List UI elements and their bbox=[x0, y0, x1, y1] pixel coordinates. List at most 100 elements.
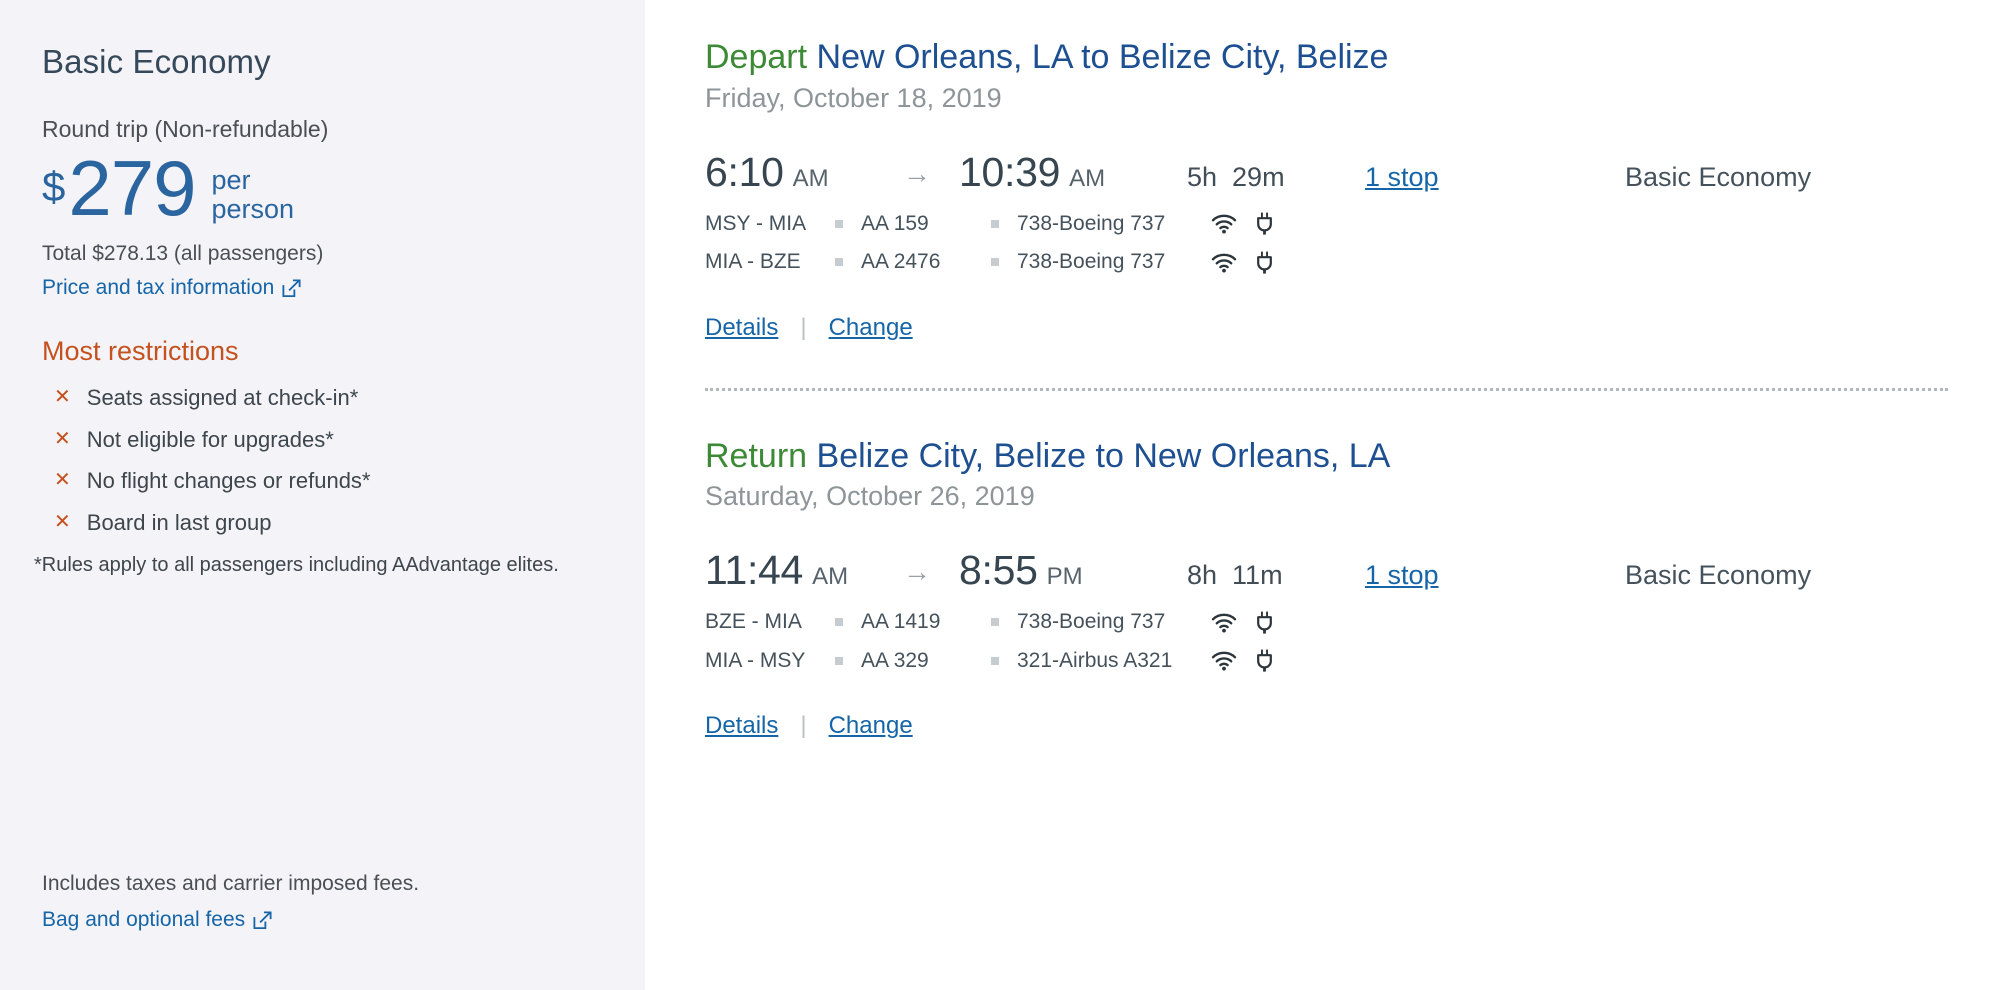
restriction-label: Board in last group bbox=[86, 509, 272, 535]
depart-arrival-time: 10:39 bbox=[959, 148, 1061, 195]
segment-route: BZE - MIA bbox=[705, 610, 802, 634]
depart-change-link[interactable]: Change bbox=[829, 314, 913, 342]
wifi-icon bbox=[1211, 213, 1237, 234]
fare-summary-page: Basic Economy Round trip (Non-refundable… bbox=[0, 0, 2008, 990]
depart-duration-label: 5h 29m bbox=[1187, 161, 1285, 192]
segment-route: MIA - BZE bbox=[705, 250, 801, 274]
segment-row: MIA - BZE AA 2476 738-Boeing 737 bbox=[705, 243, 1948, 282]
taxes-included-note: Includes taxes and carrier imposed fees. bbox=[42, 872, 420, 895]
depart-direction-label: Depart bbox=[705, 38, 808, 76]
return-change-link[interactable]: Change bbox=[829, 712, 913, 740]
wifi-icon bbox=[1211, 252, 1237, 273]
segment-amenities bbox=[1211, 251, 1274, 274]
power-outlet-icon bbox=[1255, 649, 1274, 673]
price-unit-label: per person bbox=[212, 150, 295, 224]
section-divider bbox=[705, 387, 1948, 391]
fare-name-title: Basic Economy bbox=[42, 43, 271, 80]
bag-and-optional-fees-link[interactable]: Bag and optional fees bbox=[42, 908, 273, 932]
return-direction-label: Return bbox=[705, 436, 808, 475]
price-unit-line1: per bbox=[211, 164, 251, 195]
return-route-label: Belize City, Belize to New Orleans, LA bbox=[816, 436, 1391, 475]
segment-separator-icon bbox=[991, 618, 999, 627]
wifi-icon bbox=[1211, 650, 1237, 671]
depart-departure-meridiem: AM bbox=[792, 164, 829, 192]
sidebar-footer: Includes taxes and carrier imposed fees.… bbox=[42, 872, 603, 932]
depart-arrival-meridiem: AM bbox=[1069, 164, 1106, 192]
restriction-item: ✕ No flight changes or refunds* bbox=[42, 460, 603, 502]
restriction-item: ✕ Seats assigned at check-in* bbox=[42, 377, 603, 419]
depart-departure-time: 6:10 bbox=[705, 148, 784, 195]
restrictions-footnote: *Rules apply to all passengers including… bbox=[34, 554, 559, 577]
return-departure-time: 11:44 bbox=[705, 547, 804, 594]
return-cabin-label: Basic Economy bbox=[1625, 560, 1812, 591]
action-divider: | bbox=[800, 313, 807, 341]
x-icon: ✕ bbox=[54, 510, 71, 533]
return-stops-link[interactable]: 1 stop bbox=[1365, 560, 1495, 591]
wifi-icon bbox=[1211, 612, 1237, 633]
segment-aircraft: 321-Airbus A321 bbox=[1017, 648, 1173, 672]
restriction-label: Not eligible for upgrades* bbox=[86, 426, 334, 452]
trip-type-label: Round trip (Non-refundable) bbox=[42, 116, 329, 143]
return-date-label: Saturday, October 26, 2019 bbox=[705, 481, 1035, 512]
depart-times-row: 6:10 AM → 10:39 AM 5h 29m 1 stop Basic E… bbox=[705, 148, 1948, 195]
x-icon: ✕ bbox=[54, 386, 71, 409]
restriction-item: ✕ Not eligible for upgrades* bbox=[42, 419, 603, 461]
restriction-label: Seats assigned at check-in* bbox=[86, 385, 359, 411]
segment-separator-icon bbox=[835, 258, 843, 267]
price-and-tax-information-link[interactable]: Price and tax information bbox=[42, 276, 302, 300]
price-unit-line2: person bbox=[211, 194, 295, 225]
segment-row: BZE - MIA AA 1419 738-Boeing 737 bbox=[705, 603, 1948, 642]
power-outlet-icon bbox=[1255, 212, 1274, 235]
segment-row: MSY - MIA AA 159 738-Boeing 737 bbox=[705, 205, 1948, 244]
arrow-right-icon: → bbox=[903, 556, 931, 588]
segment-flight-number: AA 2476 bbox=[861, 250, 941, 274]
depart-actions: Details | Change bbox=[705, 314, 1948, 342]
restrictions-list: ✕ Seats assigned at check-in* ✕ Not elig… bbox=[42, 377, 603, 543]
return-arrival-time-group: 8:55 PM bbox=[959, 550, 1159, 591]
x-icon: ✕ bbox=[54, 469, 71, 492]
segment-row: MIA - MSY AA 329 321-Airbus A321 bbox=[705, 642, 1948, 681]
external-link-icon bbox=[252, 910, 273, 931]
depart-heading: Depart New Orleans, LA to Belize City, B… bbox=[705, 36, 1948, 79]
price-amount: 279 bbox=[68, 143, 196, 232]
return-actions: Details | Change bbox=[705, 712, 1948, 740]
price-currency-symbol: $ bbox=[42, 162, 66, 210]
segment-amenities bbox=[1211, 649, 1274, 673]
segment-amenities bbox=[1211, 611, 1274, 634]
external-link-icon bbox=[281, 278, 302, 299]
return-heading: Return Belize City, Belize to New Orlean… bbox=[705, 435, 1948, 478]
return-times-row: 11:44 AM → 8:55 PM 8h 11m 1 stop Basic E… bbox=[705, 550, 1948, 591]
depart-route-label: New Orleans, LA to Belize City, Belize bbox=[816, 38, 1389, 76]
segment-flight-number: AA 329 bbox=[861, 648, 929, 672]
power-outlet-icon bbox=[1255, 611, 1274, 634]
depart-stops-link[interactable]: 1 stop bbox=[1365, 162, 1495, 193]
price-and-tax-information-label: Price and tax information bbox=[42, 276, 275, 300]
segment-separator-icon bbox=[991, 656, 999, 665]
segment-separator-icon bbox=[991, 219, 999, 228]
depart-departure-time-group: 6:10 AM bbox=[705, 148, 875, 195]
restriction-item: ✕ Board in last group bbox=[42, 502, 603, 544]
segment-separator-icon bbox=[991, 258, 999, 267]
restriction-label: No flight changes or refunds* bbox=[86, 468, 371, 494]
return-departure-meridiem: AM bbox=[812, 563, 849, 591]
depart-date-label: Friday, October 18, 2019 bbox=[705, 82, 1002, 113]
depart-details-link[interactable]: Details bbox=[705, 314, 778, 342]
return-itinerary-block: Return Belize City, Belize to New Orlean… bbox=[705, 435, 1948, 741]
return-departure-time-group: 11:44 AM bbox=[705, 550, 875, 591]
x-icon: ✕ bbox=[54, 427, 71, 450]
price-display: $ 279 per person bbox=[42, 143, 603, 232]
segment-aircraft: 738-Boeing 737 bbox=[1017, 211, 1166, 235]
return-arrival-time: 8:55 bbox=[959, 547, 1038, 594]
itinerary-panel: Depart New Orleans, LA to Belize City, B… bbox=[645, 0, 2008, 990]
return-details-link[interactable]: Details bbox=[705, 712, 778, 740]
return-segments-list: BZE - MIA AA 1419 738-Boeing 737 MIA - M… bbox=[705, 603, 1948, 680]
depart-itinerary-block: Depart New Orleans, LA to Belize City, B… bbox=[705, 36, 1948, 342]
restrictions-title: Most restrictions bbox=[42, 336, 239, 367]
bag-and-optional-fees-label: Bag and optional fees bbox=[42, 908, 246, 931]
segment-route: MSY - MIA bbox=[705, 211, 807, 235]
depart-segments-list: MSY - MIA AA 159 738-Boeing 737 MIA - BZ… bbox=[705, 205, 1948, 282]
action-divider: | bbox=[800, 712, 807, 740]
power-outlet-icon bbox=[1255, 251, 1274, 274]
return-duration-label: 8h 11m bbox=[1187, 560, 1283, 591]
segment-separator-icon bbox=[835, 618, 843, 627]
